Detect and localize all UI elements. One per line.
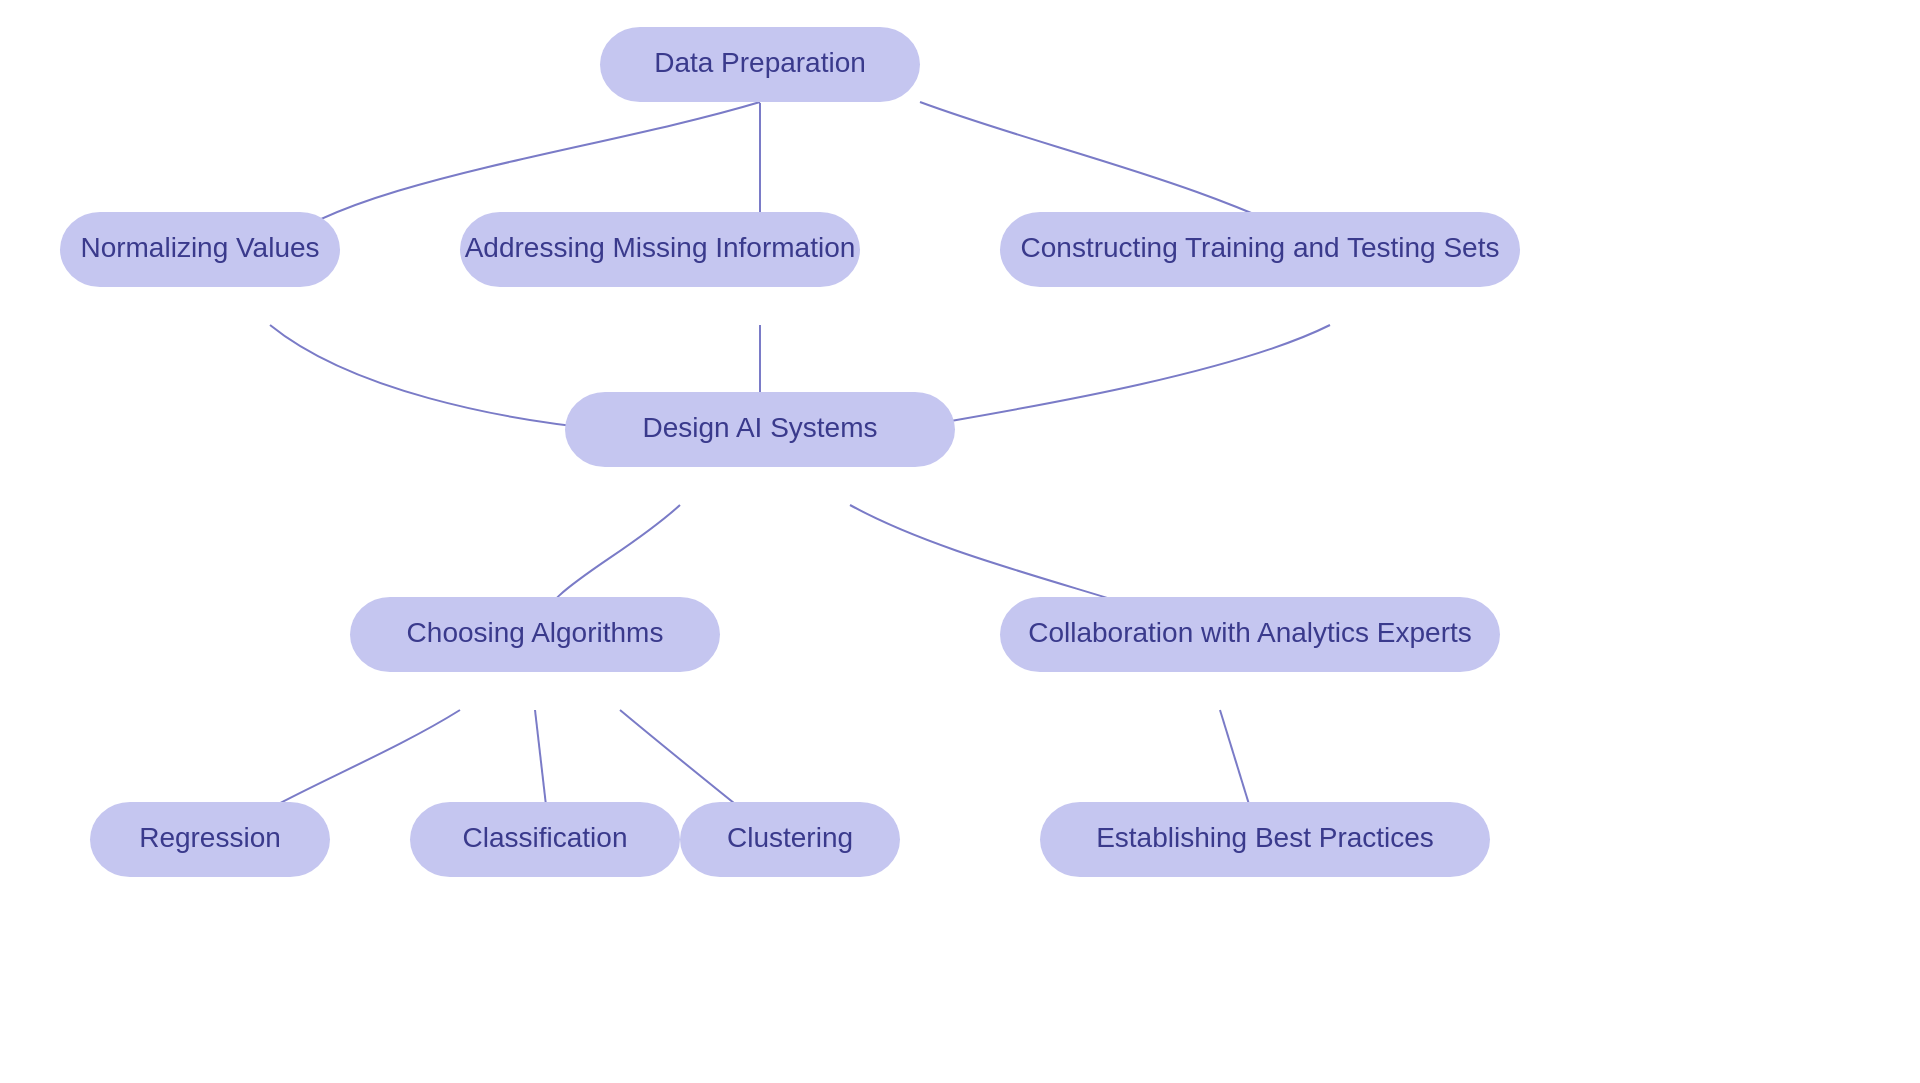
flowchart-diagram: Data Preparation Normalizing Values Addr…	[0, 0, 1920, 1083]
label-collaboration: Collaboration with Analytics Experts	[1028, 617, 1472, 648]
label-best-practices: Establishing Best Practices	[1096, 822, 1434, 853]
arrow-normalizing-design	[270, 325, 610, 430]
label-training: Constructing Training and Testing Sets	[1021, 232, 1500, 263]
label-data-preparation: Data Preparation	[654, 47, 866, 78]
label-design-ai: Design AI Systems	[643, 412, 878, 443]
label-classification: Classification	[463, 822, 628, 853]
label-choosing: Choosing Algorithms	[407, 617, 664, 648]
label-normalizing: Normalizing Values	[80, 232, 319, 263]
arrow-training-design	[907, 325, 1330, 430]
label-missing: Addressing Missing Information	[465, 232, 856, 263]
label-regression: Regression	[139, 822, 281, 853]
label-clustering: Clustering	[727, 822, 853, 853]
